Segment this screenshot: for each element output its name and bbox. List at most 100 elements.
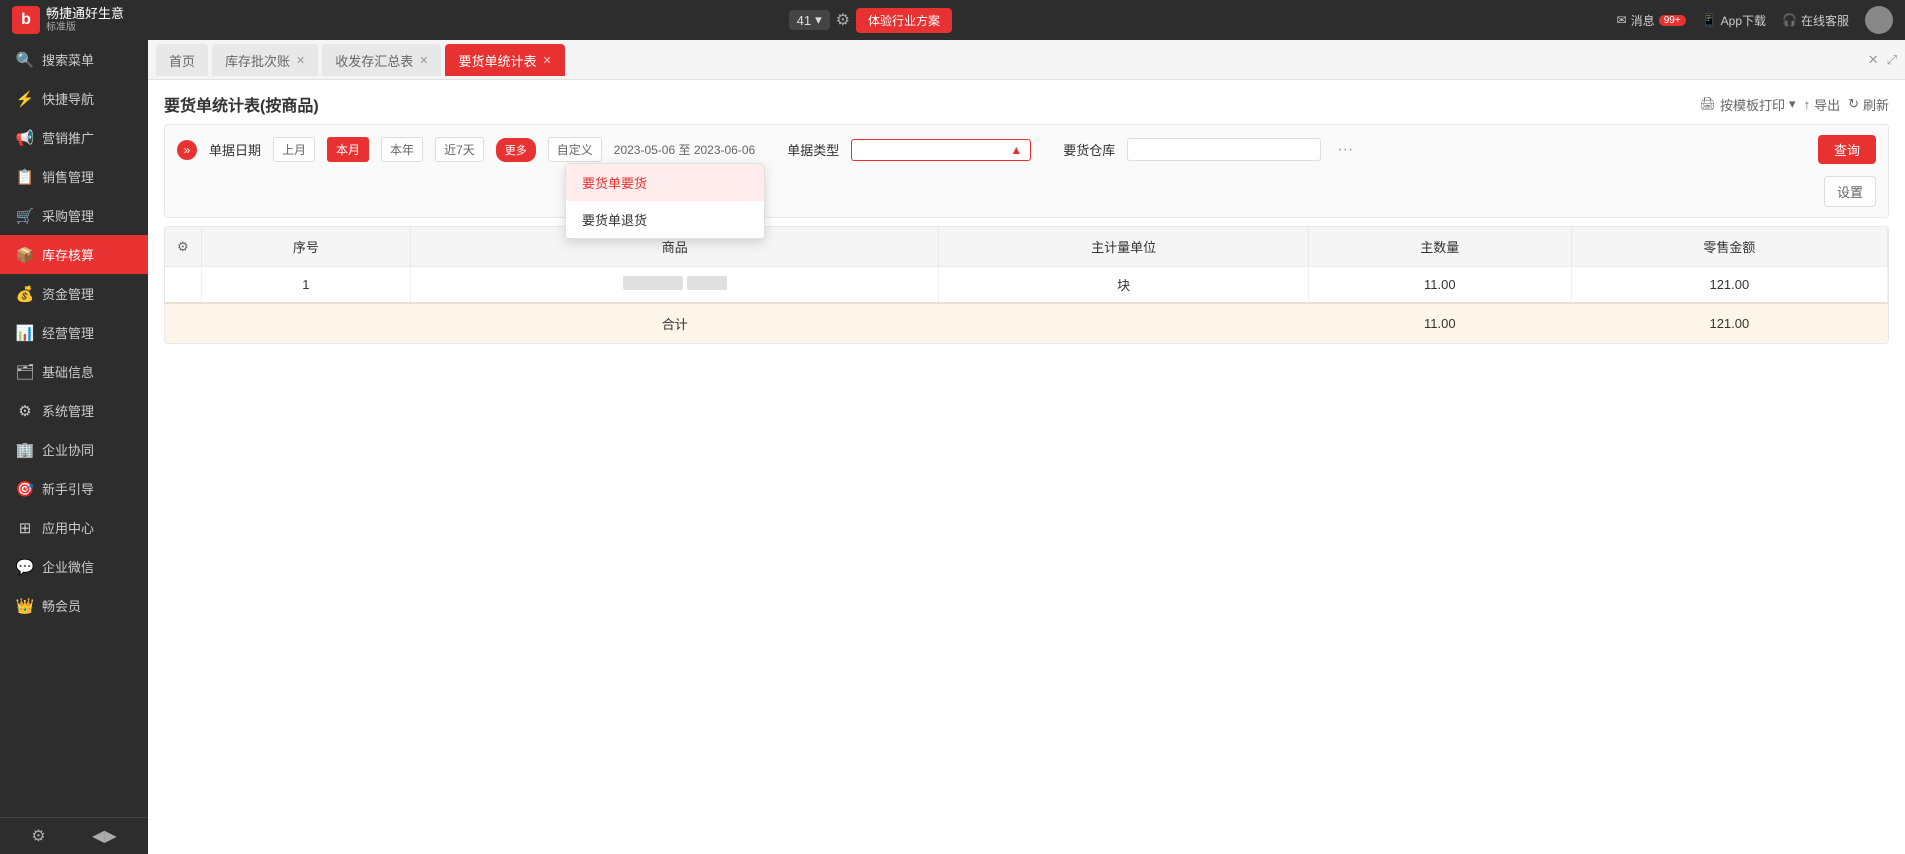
custom-button[interactable]: 自定义 [548,137,602,162]
sidebar-item-purchase[interactable]: 🛒 采购管理 [0,196,148,235]
refresh-button[interactable]: ↻ 刷新 [1848,95,1889,114]
sidebar-item-label: 经营管理 [42,323,94,342]
sidebar-item-sales[interactable]: 📋 销售管理 [0,157,148,196]
export-icon: ↑ [1804,97,1811,112]
clipboard-icon: 📋 [16,168,34,186]
sidebar-item-inventory[interactable]: 📦 库存核算 [0,235,148,274]
type-filter-label: 单据类型 [787,140,839,159]
table-footer: 合计 11.00 121.00 [165,303,1888,343]
tab-close-icon[interactable]: ✕ [296,54,305,67]
filter-bar: » 单据日期 上月 本月 本年 近7天 更多 自定义 2023-05-06 至 … [164,124,1889,218]
sidebar-item-label: 采购管理 [42,206,94,225]
export-label: 导出 [1814,95,1840,114]
type-select[interactable]: ▲ [851,139,1031,161]
this-month-button[interactable]: 本月 [327,137,369,162]
window-controls: ✕ ⤢ [1868,52,1897,68]
messages-action[interactable]: ✉ 消息 99+ [1617,12,1686,29]
sidebar-bottom: ⚙ ◀▶ [0,817,148,854]
header-right: ✉ 消息 99+ 📱 App下载 🎧 在线客服 [1617,6,1893,34]
dropdown-item-order[interactable]: 要货单要货 [566,164,764,201]
target-icon: 🎯 [16,480,34,498]
logo-text: 畅捷通好生意 标准版 [46,6,124,34]
page-title: 要货单统计表(按商品) [164,92,319,116]
sidebar-item-operation[interactable]: 📊 经营管理 [0,313,148,352]
warehouse-filter-label: 要货仓库 [1063,140,1115,159]
product-placeholder2 [687,276,727,290]
settings-button[interactable]: 设置 [1824,176,1876,207]
maximize-icon[interactable]: ⤢ [1887,52,1897,68]
row-amount-cell: 121.00 [1571,267,1887,304]
search-icon: 🔍 [16,51,34,69]
sidebar-item-guide[interactable]: 🎯 新手引导 [0,469,148,508]
collapse-icon[interactable]: ◀▶ [92,826,117,846]
sidebar-item-label: 畅会员 [42,596,81,615]
print-button[interactable]: 🖨 按模板打印 ▾ [1700,95,1796,114]
industry-button[interactable]: 体验行业方案 [856,8,952,33]
sidebar-item-system[interactable]: ⚙ 系统管理 [0,391,148,430]
tab-receive-summary[interactable]: 收发存汇总表 ✕ [322,44,441,76]
chart-icon: 📊 [16,324,34,342]
sidebar-item-finance[interactable]: 💰 资金管理 [0,274,148,313]
prev-month-button[interactable]: 上月 [273,137,315,162]
export-button[interactable]: ↑ 导出 [1804,95,1841,114]
settings-bottom-icon[interactable]: ⚙ [31,826,45,846]
last7days-button[interactable]: 近7天 [435,137,484,162]
tab-close-icon[interactable]: ✕ [419,54,428,67]
sidebar-item-quick-nav[interactable]: ⚡ 快捷导航 [0,79,148,118]
sidebar-item-search[interactable]: 🔍 搜索菜单 [0,40,148,79]
chevron-down-icon: ▾ [1789,96,1796,112]
minimize-icon[interactable]: ✕ [1868,52,1879,68]
gear-button[interactable]: ⚙ [836,10,850,30]
sidebar-item-wechat[interactable]: 💬 企业微信 [0,547,148,586]
col-amount-header: 零售金额 [1571,227,1887,267]
col-no-header: 序号 [201,227,410,267]
col-unit-header: 主计量单位 [939,227,1309,267]
sidebar-item-marketing[interactable]: 📢 营销推广 [0,118,148,157]
refresh-label: 刷新 [1863,95,1889,114]
col-quantity-header: 主数量 [1308,227,1571,267]
more-button[interactable]: 更多 [496,138,536,162]
main-layout: 🔍 搜索菜单 ⚡ 快捷导航 📢 营销推广 📋 销售管理 🛒 采购管理 📦 库存核… [0,40,1905,854]
sidebar-item-enterprise[interactable]: 🏢 企业协同 [0,430,148,469]
query-button[interactable]: 查询 [1818,135,1876,164]
app-download-label: App下载 [1721,12,1766,29]
tab-order-stats[interactable]: 要货单统计表 ✕ [445,44,564,76]
table-container: ⚙ 序号 商品 主计量单位 主数量 零售金额 1 [164,226,1889,344]
phone-icon: 📱 [1702,13,1717,27]
tab-home[interactable]: 首页 [156,44,208,76]
online-service-action[interactable]: 🎧 在线客服 [1782,12,1849,29]
cart-icon: 🛒 [16,207,34,225]
sidebar-item-label: 企业微信 [42,557,94,576]
filter-more-icon[interactable]: ··· [1337,141,1353,159]
tab-home-label: 首页 [169,51,195,70]
dropdown-item-return[interactable]: 要货单退货 [566,201,764,238]
total-label: 合计 [411,303,939,343]
store-selector[interactable]: 41 ▾ [789,10,830,30]
print-icon: 🖨 [1700,96,1717,112]
company-name: 畅捷通好生意 [46,6,124,22]
sidebar-item-label: 快捷导航 [42,89,94,108]
sidebar-item-label: 基础信息 [42,362,94,381]
tab-close-icon[interactable]: ✕ [543,54,552,67]
filter-row-1: » 单据日期 上月 本月 本年 近7天 更多 自定义 2023-05-06 至 … [177,135,1876,164]
messages-badge: 99+ [1659,15,1686,26]
avatar[interactable] [1865,6,1893,34]
store-label: 41 [797,13,811,28]
this-year-button[interactable]: 本年 [381,137,423,162]
page-content: 要货单统计表(按商品) 🖨 按模板打印 ▾ ↑ 导出 ↻ 刷新 [148,80,1905,854]
table-header: ⚙ 序号 商品 主计量单位 主数量 零售金额 [165,227,1888,267]
sidebar-item-label: 新手引导 [42,479,94,498]
col-settings-icon[interactable]: ⚙ [177,239,189,254]
tab-inventory-batch[interactable]: 库存批次账 ✕ [212,44,318,76]
app-download-action[interactable]: 📱 App下载 [1702,12,1766,29]
warehouse-input[interactable] [1127,138,1321,161]
online-service-label: 在线客服 [1801,12,1849,29]
sidebar-item-appstore[interactable]: ⊞ 应用中心 [0,508,148,547]
content-area: 首页 库存批次账 ✕ 收发存汇总表 ✕ 要货单统计表 ✕ ✕ ⤢ 要货单统计表(… [148,40,1905,854]
sidebar-item-basic[interactable]: 🗂 基础信息 [0,352,148,391]
filter-expand-button[interactable]: » [177,140,197,160]
refresh-icon: ↻ [1848,96,1859,112]
sidebar-item-member[interactable]: 👑 畅会员 [0,586,148,625]
title-actions: 🖨 按模板打印 ▾ ↑ 导出 ↻ 刷新 [1700,95,1890,114]
total-unit [939,303,1309,343]
